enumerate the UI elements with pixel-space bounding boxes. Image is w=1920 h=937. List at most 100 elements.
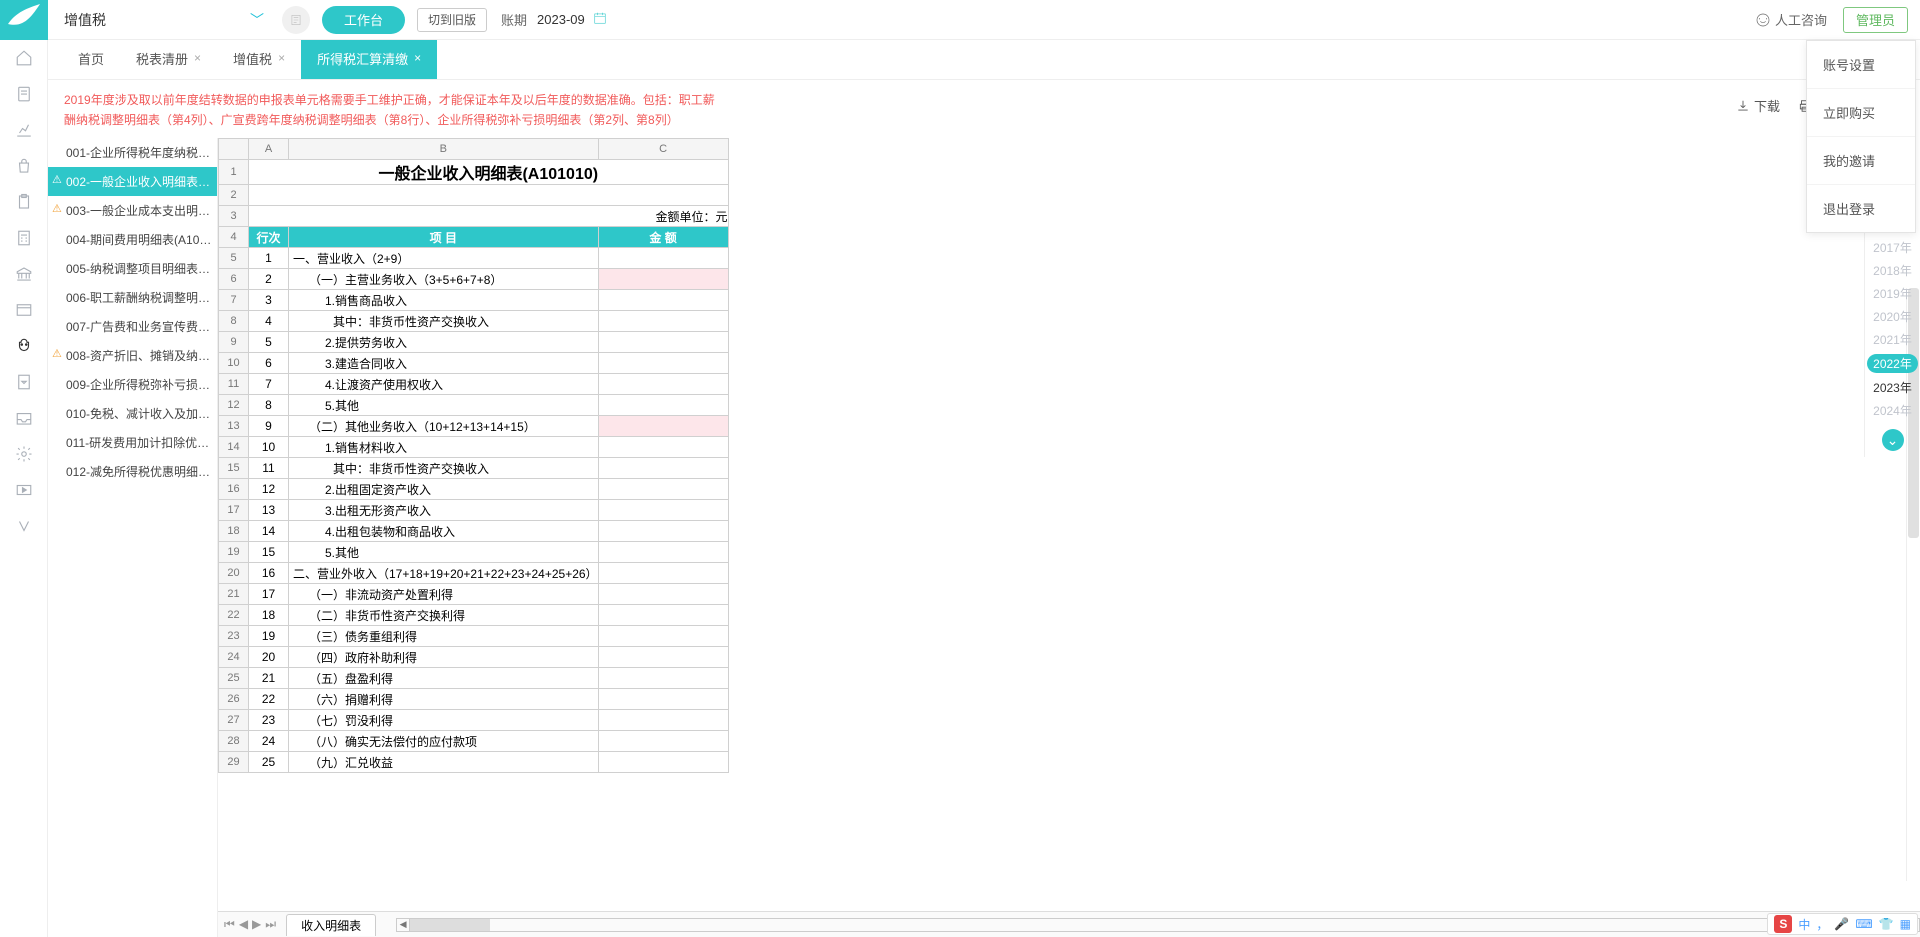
item-cell[interactable]: （六）捐赠利得 (289, 689, 599, 710)
amount-cell[interactable] (598, 647, 728, 668)
nav-chart-icon[interactable] (0, 112, 48, 148)
nav-settings-icon[interactable] (0, 436, 48, 472)
user-menu-item[interactable]: 账号设置 (1807, 41, 1915, 89)
item-cell[interactable]: 1.销售商品收入 (289, 290, 599, 311)
ime-toolbar[interactable]: S 中 ， 🎤 ⌨ 👕 ▦ (1767, 913, 1918, 935)
row-header[interactable]: 16 (219, 479, 249, 500)
nav-inbox-icon[interactable] (0, 400, 48, 436)
amount-cell[interactable] (598, 311, 728, 332)
item-cell[interactable]: 5.其他 (289, 542, 599, 563)
toc-item[interactable]: 007-广告费和业务宣传费跨... (48, 312, 217, 341)
calendar-icon[interactable] (593, 11, 607, 28)
item-cell[interactable]: （一）主营业务收入（3+5+6+7+8） (289, 269, 599, 290)
row-header[interactable]: 6 (219, 269, 249, 290)
old-version-button[interactable]: 切到旧版 (417, 8, 487, 32)
line-number-cell[interactable]: 17 (249, 584, 289, 605)
amount-cell[interactable] (598, 500, 728, 521)
row-header[interactable]: 20 (219, 563, 249, 584)
year-item[interactable]: 2018年 (1873, 262, 1912, 279)
year-more-icon[interactable]: ⌄ (1882, 429, 1904, 451)
company-selector[interactable]: 增值税 ﹀ (64, 10, 264, 30)
row-header[interactable]: 15 (219, 458, 249, 479)
amount-cell[interactable] (598, 395, 728, 416)
line-number-cell[interactable]: 25 (249, 752, 289, 773)
page-tab[interactable]: 所得税汇算清缴× (301, 39, 437, 79)
period-value[interactable]: 2023-09 (537, 12, 585, 27)
line-number-cell[interactable]: 8 (249, 395, 289, 416)
admin-button[interactable]: 管理员 (1843, 7, 1908, 33)
amount-cell[interactable] (598, 458, 728, 479)
amount-cell[interactable] (598, 752, 728, 773)
line-number-cell[interactable]: 15 (249, 542, 289, 563)
app-logo[interactable] (0, 0, 48, 40)
line-number-cell[interactable]: 11 (249, 458, 289, 479)
item-cell[interactable]: （九）汇兑收益 (289, 752, 599, 773)
close-icon[interactable]: × (414, 51, 421, 65)
spreadsheet-grid[interactable]: A B C 1一般企业收入明细表(A101010) 2 3金额单位：元 4 行次… (218, 138, 1920, 911)
amount-cell[interactable] (598, 416, 728, 437)
amount-cell[interactable] (598, 542, 728, 563)
sheet-nav-buttons[interactable]: ⏮◀▶⏭ (224, 917, 276, 932)
col-header[interactable]: C (598, 139, 728, 160)
row-header[interactable]: 21 (219, 584, 249, 605)
nav-bank-icon[interactable] (0, 256, 48, 292)
nav-bag-icon[interactable] (0, 148, 48, 184)
item-cell[interactable]: 3.建造合同收入 (289, 353, 599, 374)
item-cell[interactable]: 二、营业外收入（17+18+19+20+21+22+23+24+25+26） (289, 563, 599, 584)
page-tab[interactable]: 税表清册× (120, 39, 217, 79)
item-cell[interactable]: 3.出租无形资产收入 (289, 500, 599, 521)
row-header[interactable]: 29 (219, 752, 249, 773)
ime-mic-icon[interactable]: 🎤 (1834, 917, 1849, 931)
item-cell[interactable]: 2.出租固定资产收入 (289, 479, 599, 500)
page-tab[interactable]: 首页 (62, 39, 120, 79)
line-number-cell[interactable]: 23 (249, 710, 289, 731)
user-menu-item[interactable]: 我的邀请 (1807, 137, 1915, 185)
toc-item[interactable]: 011-研发费用加计扣除优惠... (48, 428, 217, 457)
nav-archive-icon[interactable] (0, 364, 48, 400)
row-header[interactable]: 3 (219, 206, 249, 227)
ime-skin-icon[interactable]: 👕 (1879, 917, 1894, 931)
amount-cell[interactable] (598, 689, 728, 710)
toc-item[interactable]: 012-减免所得税优惠明细表(... (48, 457, 217, 486)
round-menu-button[interactable] (282, 6, 310, 34)
toc-item[interactable]: 004-期间费用明细表(A1040... (48, 225, 217, 254)
item-cell[interactable]: 一、营业收入（2+9） (289, 248, 599, 269)
amount-cell[interactable] (598, 269, 728, 290)
amount-cell[interactable] (598, 290, 728, 311)
row-header[interactable]: 25 (219, 668, 249, 689)
amount-cell[interactable] (598, 731, 728, 752)
row-header[interactable]: 8 (219, 311, 249, 332)
row-header[interactable]: 14 (219, 437, 249, 458)
item-cell[interactable]: 5.其他 (289, 395, 599, 416)
close-icon[interactable]: × (194, 51, 201, 65)
amount-cell[interactable] (598, 437, 728, 458)
horizontal-scrollbar[interactable]: ◀▶ (396, 918, 1920, 932)
close-icon[interactable]: × (278, 51, 285, 65)
item-cell[interactable]: （四）政府补助利得 (289, 647, 599, 668)
item-cell[interactable]: 1.销售材料收入 (289, 437, 599, 458)
year-item[interactable]: 2024年 (1873, 402, 1912, 419)
year-item[interactable]: 2023年 (1873, 379, 1912, 396)
line-number-cell[interactable]: 4 (249, 311, 289, 332)
row-header[interactable]: 19 (219, 542, 249, 563)
ime-lang[interactable]: 中 (1798, 916, 1810, 933)
line-number-cell[interactable]: 1 (249, 248, 289, 269)
toc-item[interactable]: 001-企业所得税年度纳税申... (48, 138, 217, 167)
ime-grid-icon[interactable]: ▦ (1900, 917, 1911, 931)
row-header[interactable]: 27 (219, 710, 249, 731)
workspace-button[interactable]: 工作台 (322, 6, 405, 34)
nav-v-icon[interactable] (0, 508, 48, 544)
amount-cell[interactable] (598, 353, 728, 374)
item-cell[interactable]: （七）罚没利得 (289, 710, 599, 731)
toc-item[interactable]: 005-纳税调整项目明细表(A1... (48, 254, 217, 283)
line-number-cell[interactable]: 21 (249, 668, 289, 689)
consult-button[interactable]: 人工咨询 (1755, 10, 1827, 29)
row-header[interactable]: 24 (219, 647, 249, 668)
amount-cell[interactable] (598, 605, 728, 626)
line-number-cell[interactable]: 5 (249, 332, 289, 353)
nav-calc-icon[interactable] (0, 220, 48, 256)
row-header[interactable]: 5 (219, 248, 249, 269)
row-header[interactable]: 9 (219, 332, 249, 353)
item-cell[interactable]: （一）非流动资产处置利得 (289, 584, 599, 605)
line-number-cell[interactable]: 14 (249, 521, 289, 542)
